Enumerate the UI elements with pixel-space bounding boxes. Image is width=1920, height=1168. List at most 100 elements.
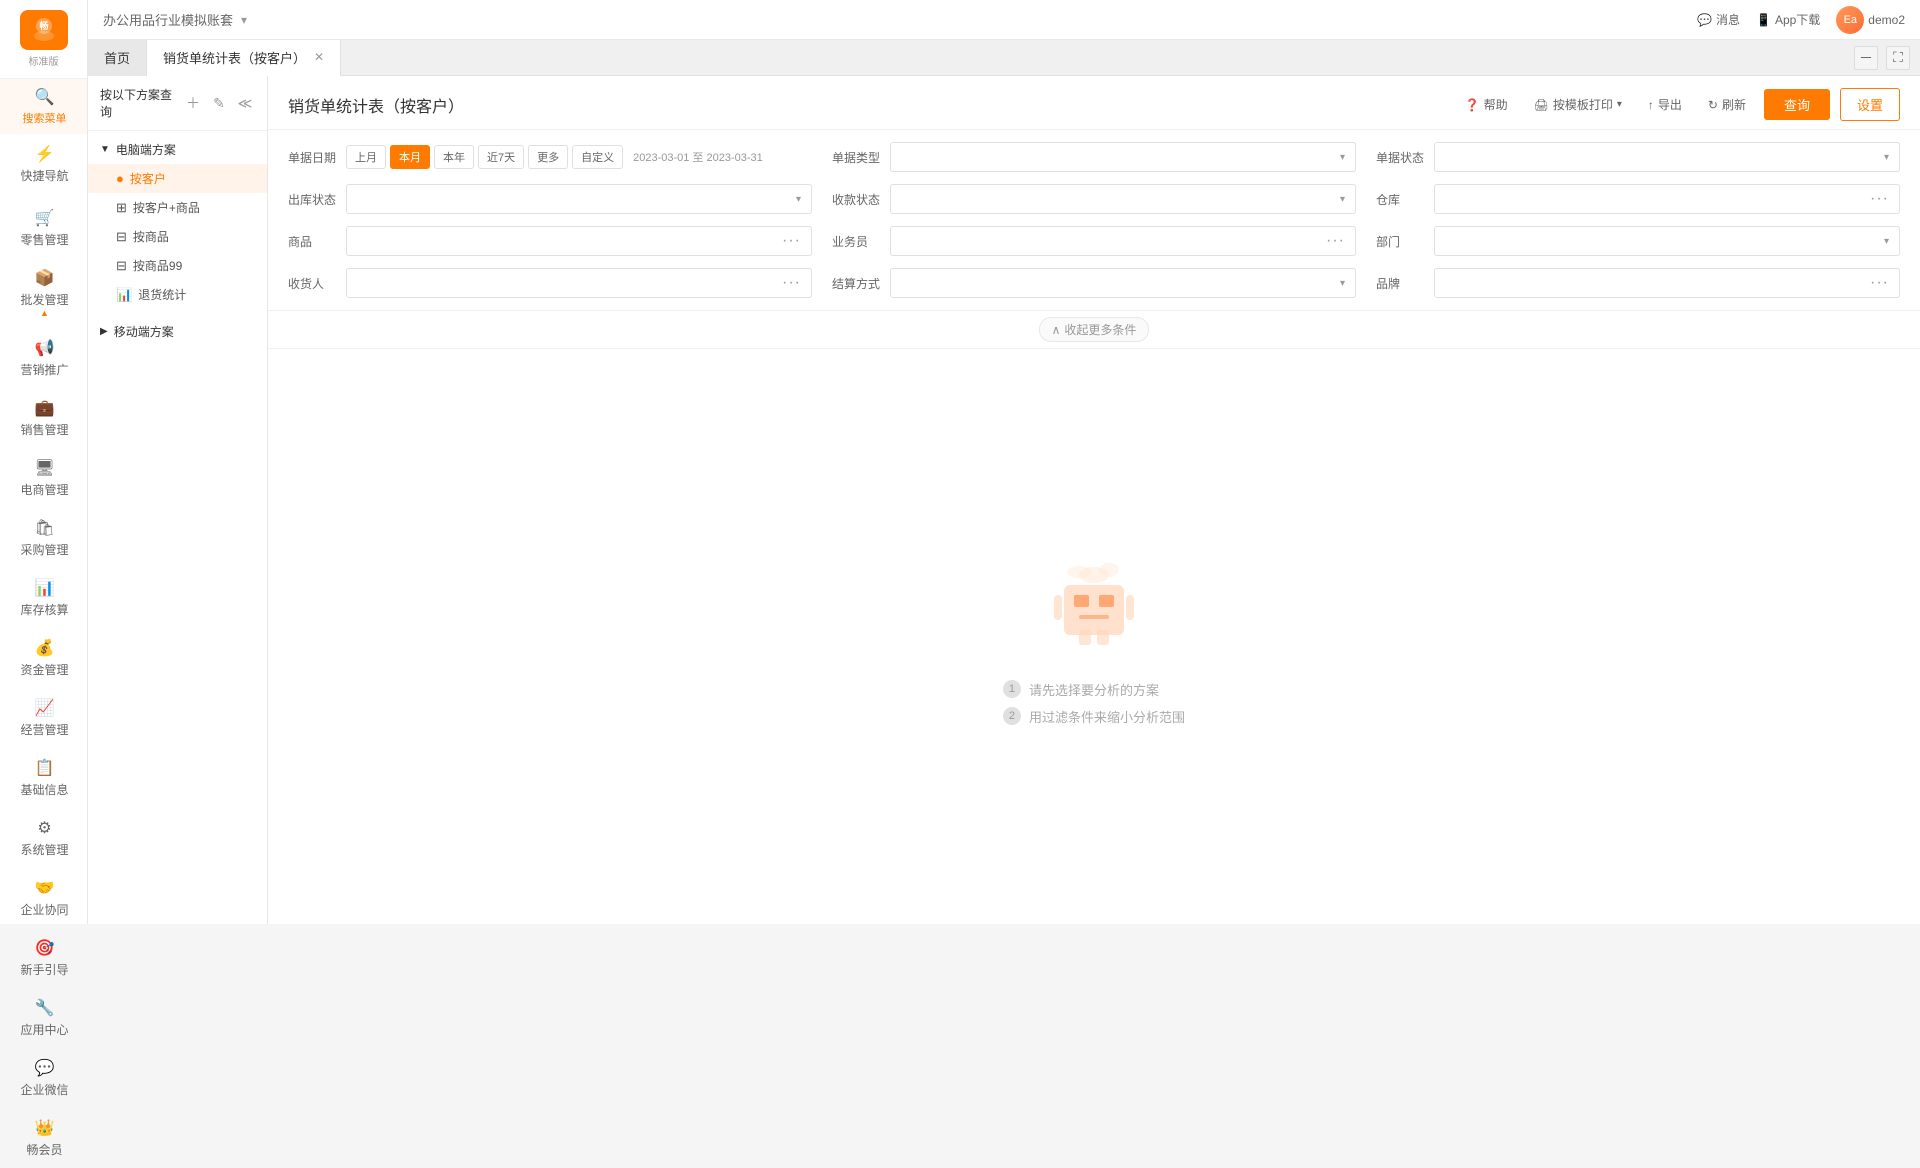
type-label: 单据类型: [832, 149, 882, 166]
sales-icon: 💼: [35, 398, 55, 418]
brand-dots-icon: ···: [1870, 274, 1889, 292]
wholesale-icon: 📦: [35, 268, 55, 288]
scheme-item-return-stats[interactable]: 📊 退货统计: [88, 280, 267, 309]
filter-row-4: 收货人 ··· 结算方式 ▾ 品牌 ···: [288, 268, 1900, 298]
scheme-group-mobile-header[interactable]: ▶ 移动端方案: [88, 317, 267, 346]
expand-icon: ▼: [100, 144, 110, 155]
appcenter-icon: 🔧: [35, 998, 55, 1018]
filter-row-3: 商品 ··· 业务员 ··· 部门 ▾: [288, 226, 1900, 256]
print-button[interactable]: 🖨 按模板打印 ▾: [1526, 92, 1630, 117]
sidebar-item-ecommerce[interactable]: 🖥 电商管理: [0, 448, 87, 508]
app-download-action[interactable]: 📱 App下载: [1756, 11, 1820, 28]
refresh-button[interactable]: ↻ 刷新: [1700, 92, 1754, 117]
filter-status: 单据状态 ▾: [1376, 142, 1900, 172]
quicknav-icon: ⚡: [35, 144, 55, 164]
receiver-select[interactable]: ···: [346, 268, 812, 298]
out-status-arrow-icon: ▾: [796, 194, 801, 205]
product-dots-icon: ···: [782, 232, 801, 250]
sidebar-item-search[interactable]: 🔍 搜索菜单: [0, 79, 87, 134]
logo-subtitle: 标准版: [29, 53, 59, 68]
header-right: 💬 消息 📱 App下载 Ea demo2: [1697, 6, 1905, 34]
sidebar-item-basic-info[interactable]: 📋 基础信息: [0, 748, 87, 808]
date-label: 单据日期: [288, 149, 338, 166]
filter-row-2: 出库状态 ▾ 收款状态 ▾ 仓库 ···: [288, 184, 1900, 214]
tab-controls: － ⛶: [1854, 46, 1920, 70]
tab-minimize-button[interactable]: －: [1854, 46, 1878, 70]
status-arrow-icon: ▾: [1884, 152, 1889, 163]
sidebar-item-inventory[interactable]: 📊 库存核算: [0, 568, 87, 628]
pay-status-select[interactable]: ▾: [890, 184, 1356, 214]
tab-close-button[interactable]: ✕: [314, 50, 324, 64]
sidebar-item-retail[interactable]: 🛒 零售管理: [0, 198, 87, 258]
scheme-group-mobile: ▶ 移动端方案: [88, 313, 267, 350]
sidebar-item-purchase[interactable]: 🛍 采购管理: [0, 508, 87, 568]
sidebar-item-quicknav[interactable]: ⚡ 快捷导航: [0, 134, 87, 194]
scheme-item-by-customer[interactable]: ● 按客户: [88, 164, 267, 193]
brand-select[interactable]: ···: [1434, 268, 1900, 298]
sidebar-item-wechat[interactable]: 💬 企业微信: [0, 1048, 87, 1108]
scheme-item-customer-product[interactable]: ⊞ 按客户+商品: [88, 193, 267, 222]
message-action[interactable]: 💬 消息: [1697, 11, 1740, 28]
user-profile-action[interactable]: Ea demo2: [1836, 6, 1905, 34]
page-actions: ❓ 帮助 🖨 按模板打印 ▾ ↑ 导出 ↻ 刷新: [1457, 88, 1900, 121]
settle-arrow-icon: ▾: [1340, 278, 1345, 289]
date-btn-custom[interactable]: 自定义: [572, 145, 623, 169]
sidebar-item-member[interactable]: 👑 畅会员: [0, 1108, 87, 1168]
scheme-add-button[interactable]: ＋: [183, 93, 203, 113]
date-btn-this-year[interactable]: 本年: [434, 145, 474, 169]
department-select[interactable]: ▾: [1434, 226, 1900, 256]
scheme-item-by-product[interactable]: ⊟ 按商品: [88, 222, 267, 251]
scheme-collapse-button[interactable]: ≪: [235, 93, 255, 113]
date-btn-last-month[interactable]: 上月: [346, 145, 386, 169]
main-wrapper: 办公用品行业模拟账套 ▾ 💬 消息 📱 App下载 Ea demo2 首页: [88, 0, 1920, 924]
empty-illustration: [1034, 540, 1154, 660]
sidebar-item-collab[interactable]: 🤝 企业协同: [0, 868, 87, 928]
type-select[interactable]: ▾: [890, 142, 1356, 172]
date-btn-7days[interactable]: 近7天: [478, 145, 524, 169]
scheme-edit-button[interactable]: ✎: [209, 93, 229, 113]
status-select[interactable]: ▾: [1434, 142, 1900, 172]
scheme-item-by-product99[interactable]: ⊟ 按商品99: [88, 251, 267, 280]
out-status-select[interactable]: ▾: [346, 184, 812, 214]
warehouse-select[interactable]: ···: [1434, 184, 1900, 214]
settings-button[interactable]: 设置: [1840, 88, 1900, 121]
customer-product-icon: ⊞: [116, 200, 127, 216]
sidebar-item-system[interactable]: ⚙ 系统管理: [0, 808, 87, 868]
sidebar-item-management[interactable]: 📈 经营管理: [0, 688, 87, 748]
tab-home[interactable]: 首页: [88, 40, 147, 76]
finance-icon: 💰: [35, 638, 55, 658]
brand-label: 品牌: [1376, 275, 1426, 292]
help-button[interactable]: ❓ 帮助: [1457, 92, 1516, 117]
sidebar-item-finance[interactable]: 💰 资金管理: [0, 628, 87, 688]
receiver-label: 收货人: [288, 275, 338, 292]
tab-sales-stats[interactable]: 销货单统计表（按客户） ✕: [147, 40, 341, 76]
product-select[interactable]: ···: [346, 226, 812, 256]
header-dropdown-icon[interactable]: ▾: [241, 13, 247, 27]
print-icon: 🖨: [1534, 98, 1549, 112]
scheme-group-desktop-header[interactable]: ▼ 电脑端方案: [88, 135, 267, 164]
filter-row-1: 单据日期 上月 本月 本年 近7天 更多 自定义 2023-03-01 至 20…: [288, 142, 1900, 172]
top-header: 办公用品行业模拟账套 ▾ 💬 消息 📱 App下载 Ea demo2: [88, 0, 1920, 40]
header-title: 办公用品行业模拟账套: [103, 10, 233, 29]
collapse-bar: ∧ 收起更多条件: [268, 311, 1920, 349]
sidebar-item-appcenter[interactable]: 🔧 应用中心: [0, 988, 87, 1048]
scheme-panel-title: 按以下方案查询: [100, 86, 183, 120]
sidebar-item-wholesale[interactable]: 📦 批发管理 ▲: [0, 258, 87, 328]
sidebar-item-newuser[interactable]: 🎯 新手引导: [0, 928, 87, 988]
tab-expand-button[interactable]: ⛶: [1886, 46, 1910, 70]
settle-select[interactable]: ▾: [890, 268, 1356, 298]
tip-num-2: 2: [1003, 707, 1021, 725]
query-button[interactable]: 查询: [1764, 89, 1830, 120]
sidebar-item-marketing[interactable]: 📢 营销推广: [0, 328, 87, 388]
collab-icon: 🤝: [35, 878, 55, 898]
salesperson-dots-icon: ···: [1326, 232, 1345, 250]
warehouse-label: 仓库: [1376, 191, 1426, 208]
download-icon: 📱: [1756, 13, 1771, 27]
salesperson-select[interactable]: ···: [890, 226, 1356, 256]
collapse-button[interactable]: ∧ 收起更多条件: [1039, 317, 1150, 342]
sidebar-item-sales[interactable]: 💼 销售管理: [0, 388, 87, 448]
date-btn-more[interactable]: 更多: [528, 145, 568, 169]
date-btn-this-month[interactable]: 本月: [390, 145, 430, 169]
export-button[interactable]: ↑ 导出: [1640, 92, 1690, 117]
pay-status-arrow-icon: ▾: [1340, 194, 1345, 205]
